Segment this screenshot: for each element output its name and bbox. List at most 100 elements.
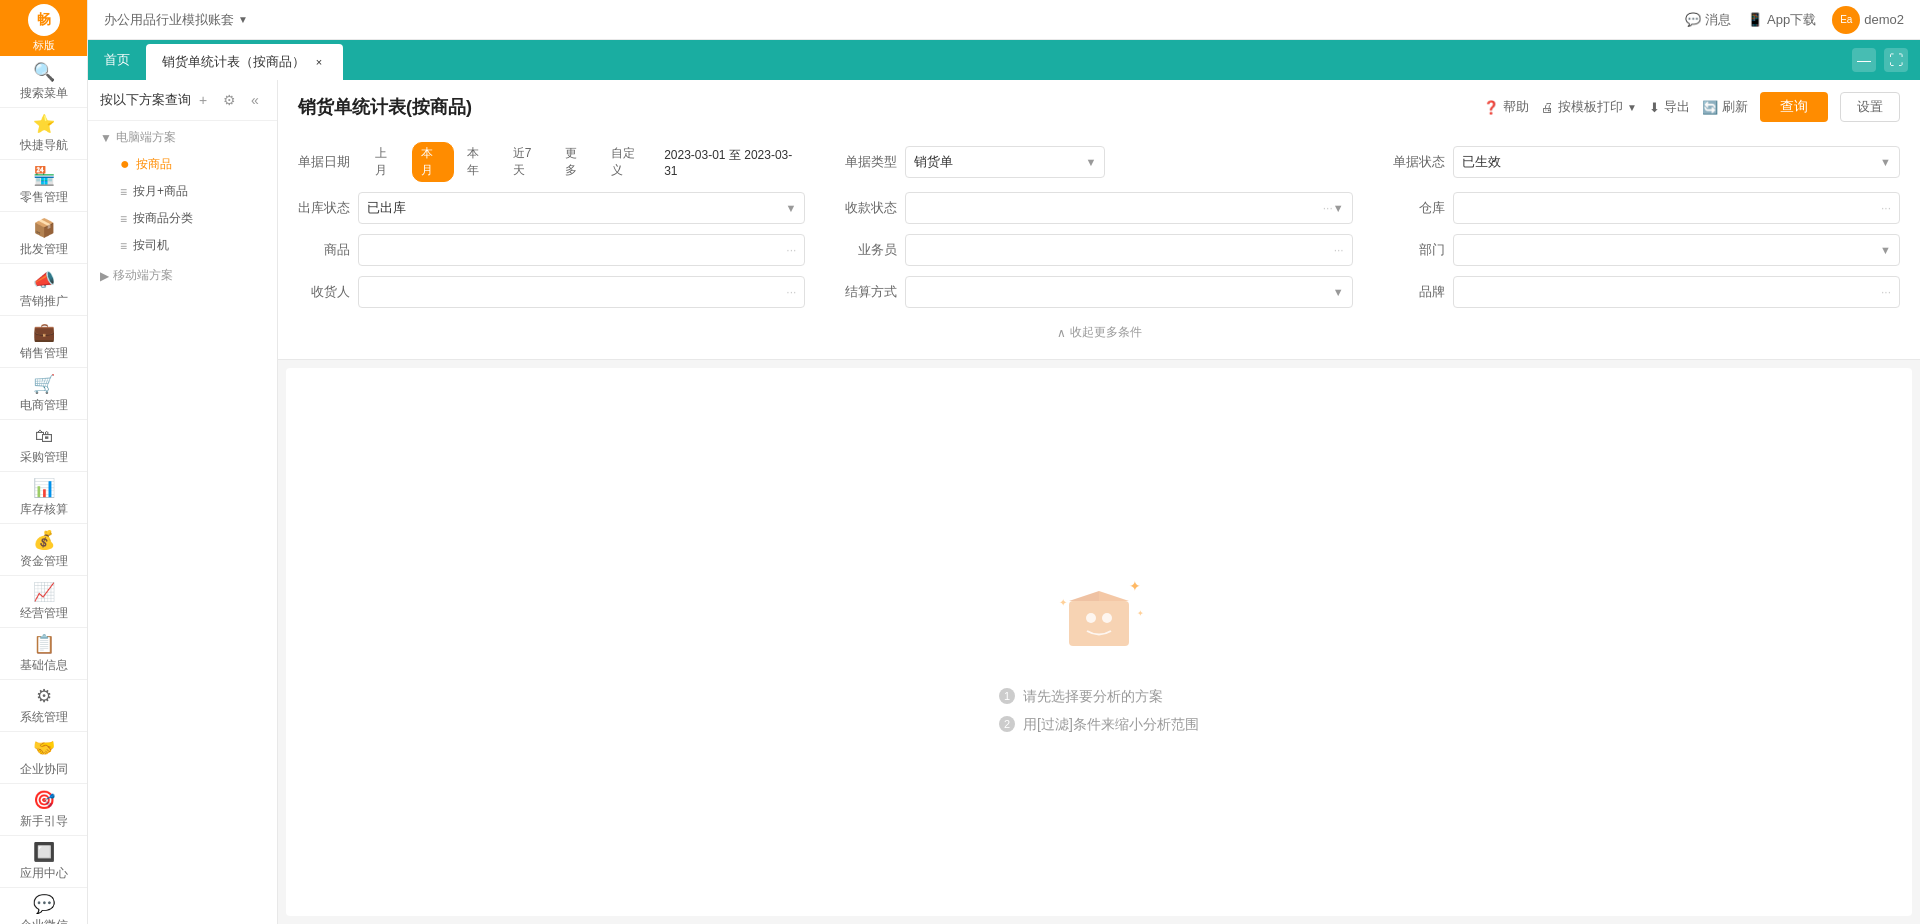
- trend-icon: 📈: [33, 581, 55, 603]
- tree-item-month-goods[interactable]: ≡ 按月+商品: [88, 178, 277, 205]
- collapse-panel-btn[interactable]: «: [245, 90, 265, 110]
- svg-text:✦: ✦: [1137, 609, 1144, 618]
- filter-goods-item: 商品 ···: [298, 234, 805, 266]
- logo-text: 标版: [33, 38, 55, 53]
- sidebar-item-quicknav[interactable]: ⭐ 快捷导航: [0, 108, 87, 160]
- docstatus-control[interactable]: 已生效 ▼: [1453, 146, 1900, 178]
- sidebar-item-system[interactable]: ⚙ 系统管理: [0, 680, 87, 732]
- date-more-btn[interactable]: 更多: [556, 142, 598, 182]
- date-last-month-btn[interactable]: 上月: [366, 142, 408, 182]
- sidebar-item-enterprise[interactable]: 🤝 企业协同: [0, 732, 87, 784]
- message-btn[interactable]: 💬 消息: [1685, 11, 1731, 29]
- cart-icon: 🛒: [33, 373, 55, 395]
- staff-control[interactable]: ···: [905, 234, 1352, 266]
- sidebar-item-wechat[interactable]: 💬 企业微信: [0, 888, 87, 924]
- chat-icon: 💬: [33, 893, 55, 915]
- tab-active[interactable]: 销货单统计表（按商品） ×: [146, 44, 343, 80]
- empty-step-1: 请先选择要分析的方案: [999, 682, 1199, 710]
- filter-staff-item: 业务员 ···: [845, 234, 1352, 266]
- sidebar: 畅 标版 🔍 搜索菜单 ⭐ 快捷导航 🏪 零售管理 📦 批发管理 📣 营销推广 …: [0, 0, 88, 924]
- list-icon-2: ≡: [120, 212, 127, 226]
- star-icon: ⭐: [33, 113, 55, 135]
- goods-more-icon[interactable]: ···: [786, 243, 796, 257]
- svg-point-2: [1102, 613, 1112, 623]
- warehouse-more-icon[interactable]: ···: [1881, 201, 1891, 215]
- date-this-month-btn[interactable]: 本月: [412, 142, 454, 182]
- account-dropdown[interactable]: 办公用品行业模拟账套 ▼: [104, 11, 248, 29]
- brand-more-icon[interactable]: ···: [1881, 285, 1891, 299]
- brand-control[interactable]: ···: [1453, 276, 1900, 308]
- query-button[interactable]: 查询: [1760, 92, 1828, 122]
- date-last7-btn[interactable]: 近7天: [504, 142, 553, 182]
- outstatus-control[interactable]: 已出库 ▼: [358, 192, 805, 224]
- user-profile[interactable]: Ea demo2: [1832, 6, 1904, 34]
- goods-control[interactable]: ···: [358, 234, 805, 266]
- collapse-bar[interactable]: ∧ 收起更多条件: [298, 318, 1900, 347]
- sidebar-item-ecommerce[interactable]: 🛒 电商管理: [0, 368, 87, 420]
- date-label: 单据日期: [298, 153, 358, 171]
- sidebar-item-finance[interactable]: 💰 资金管理: [0, 524, 87, 576]
- sidebar-item-guide[interactable]: 🎯 新手引导: [0, 784, 87, 836]
- sidebar-item-marketing[interactable]: 📣 营销推广: [0, 264, 87, 316]
- doctype-arrow-icon: ▼: [1085, 156, 1096, 168]
- maximize-btn[interactable]: ⛶: [1884, 48, 1908, 72]
- payment-arrow-icon: ▼: [1333, 286, 1344, 298]
- filter-row-2: 出库状态 已出库 ▼ 收款状态 ··· ▼: [298, 192, 1900, 224]
- payment-control[interactable]: ▼: [905, 276, 1352, 308]
- user-name: demo2: [1864, 12, 1904, 27]
- tab-home[interactable]: 首页: [88, 40, 146, 80]
- svg-text:✦: ✦: [1059, 597, 1067, 608]
- sidebar-item-basic-info[interactable]: 📋 基础信息: [0, 628, 87, 680]
- department-control[interactable]: ▼: [1453, 234, 1900, 266]
- tree-item-by-driver[interactable]: ≡ 按司机: [88, 232, 277, 259]
- empty-step-2: 用[过滤]条件来缩小分析范围: [999, 710, 1199, 738]
- add-scheme-btn[interactable]: +: [193, 90, 213, 110]
- empty-state: ✦ ✦ ✦ 请先选择要分析的方案 用[过滤]条件来缩小分析范围: [286, 368, 1912, 916]
- print-btn[interactable]: 🖨 按模板打印 ▼: [1541, 98, 1637, 116]
- expand-mobile-icon[interactable]: ▶: [100, 269, 109, 283]
- receivestatus-control[interactable]: ··· ▼: [905, 192, 1352, 224]
- docstatus-label: 单据状态: [1393, 153, 1453, 171]
- export-icon: ⬇: [1649, 100, 1660, 115]
- close-tab-icon[interactable]: ×: [311, 54, 327, 70]
- docstatus-arrow-icon: ▼: [1880, 156, 1891, 168]
- date-custom-btn[interactable]: 自定义: [602, 142, 656, 182]
- minimize-btn[interactable]: —: [1852, 48, 1876, 72]
- tree-item-by-goods[interactable]: ● 按商品: [88, 150, 277, 178]
- sidebar-item-appcenter[interactable]: 🔲 应用中心: [0, 836, 87, 888]
- sidebar-item-wholesale[interactable]: 📦 批发管理: [0, 212, 87, 264]
- settings-scheme-btn[interactable]: ⚙: [219, 90, 239, 110]
- warehouse-control[interactable]: ···: [1453, 192, 1900, 224]
- date-this-year-btn[interactable]: 本年: [458, 142, 500, 182]
- sidebar-item-retail[interactable]: 🏪 零售管理: [0, 160, 87, 212]
- sidebar-item-inventory[interactable]: 📊 库存核算: [0, 472, 87, 524]
- settings-button[interactable]: 设置: [1840, 92, 1900, 122]
- receiver-control[interactable]: ···: [358, 276, 805, 308]
- sidebar-item-purchase[interactable]: 🛍 采购管理: [0, 420, 87, 472]
- date-quick-btns: 上月 本月 本年 近7天 更多 自定义: [366, 142, 656, 182]
- filter-outstatus-item: 出库状态 已出库 ▼: [298, 192, 805, 224]
- tree-item-goods-category[interactable]: ≡ 按商品分类: [88, 205, 277, 232]
- app-download-btn[interactable]: 📱 App下载: [1747, 11, 1816, 29]
- staff-more-icon[interactable]: ···: [1334, 243, 1344, 257]
- filter-row-3: 商品 ··· 业务员 ···: [298, 234, 1900, 266]
- sidebar-item-sales[interactable]: 💼 销售管理: [0, 316, 87, 368]
- sidebar-item-search[interactable]: 🔍 搜索菜单: [0, 56, 87, 108]
- refresh-btn[interactable]: 🔄 刷新: [1702, 98, 1748, 116]
- filter-doctype-item: 单据类型 销货单 ▼: [845, 146, 1352, 178]
- tab-actions: — ⛶: [1852, 48, 1920, 72]
- receiver-more-icon[interactable]: ···: [786, 285, 796, 299]
- export-btn[interactable]: ⬇ 导出: [1649, 98, 1690, 116]
- filter-row-4: 收货人 ··· 结算方式 ▼: [298, 276, 1900, 308]
- help-btn[interactable]: ❓ 帮助: [1483, 98, 1529, 116]
- page-title: 销货单统计表(按商品): [298, 95, 472, 119]
- left-panel-title: 按以下方案查询: [100, 91, 191, 109]
- filter-receiver-item: 收货人 ···: [298, 276, 805, 308]
- outstatus-label: 出库状态: [298, 199, 358, 217]
- filter-brand-item: 品牌 ···: [1393, 276, 1900, 308]
- doctype-control[interactable]: 销货单 ▼: [905, 146, 1105, 178]
- message-icon: 💬: [1685, 12, 1701, 27]
- receivestatus-more-icon[interactable]: ···: [1323, 201, 1333, 215]
- sidebar-item-operations[interactable]: 📈 经营管理: [0, 576, 87, 628]
- expand-desktop-icon[interactable]: ▼: [100, 131, 112, 145]
